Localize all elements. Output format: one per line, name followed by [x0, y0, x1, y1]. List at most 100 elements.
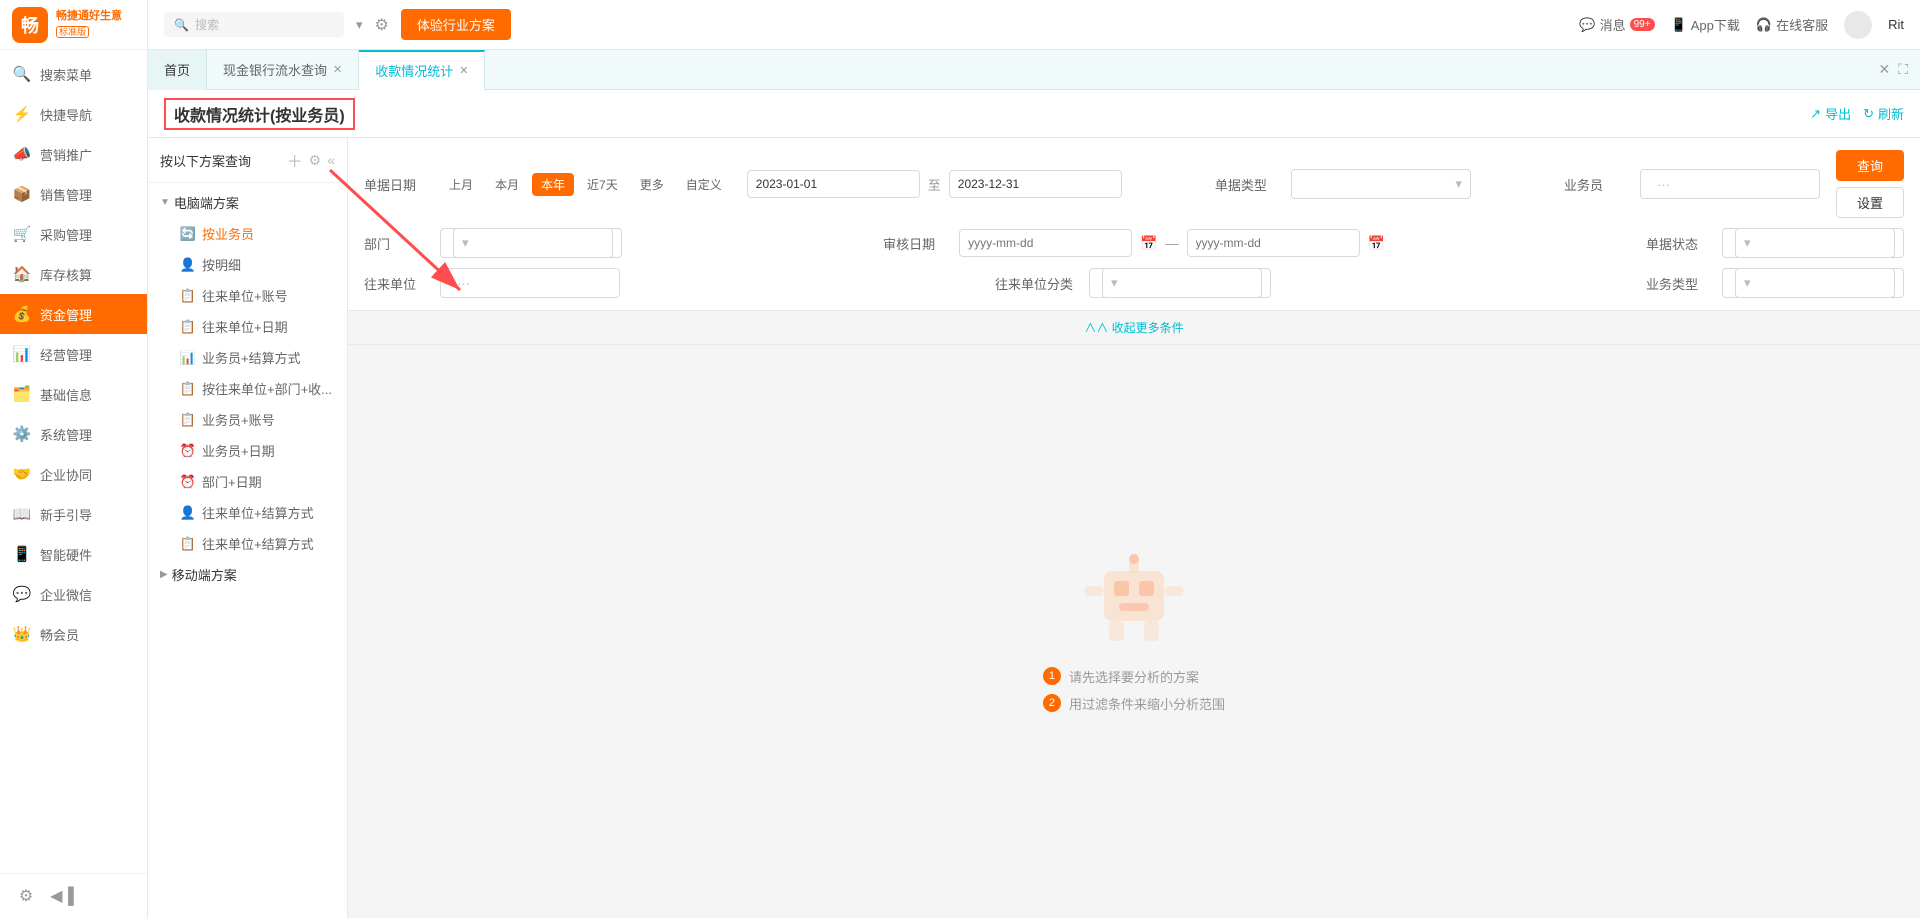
sidebar-item-sales[interactable]: 📦 销售管理 [0, 174, 147, 214]
date-tab-7days[interactable]: 近7天 [578, 173, 627, 196]
date-start-input[interactable] [747, 170, 920, 198]
tree-item-unit-date[interactable]: 📋 往来单位+日期 [148, 311, 347, 342]
filter-area: 单据日期 上月 本月 本年 近7天 更多 自定义 至 [348, 138, 1920, 311]
left-panel: 按以下方案查询 ＋ ⚙ « ▼ 电脑端方案 🔄 按业务员 👤 [148, 138, 348, 918]
doc-type-label: 单据类型 [1215, 175, 1275, 194]
trial-btn[interactable]: 体验行业方案 [401, 9, 511, 40]
date-end-input[interactable] [949, 170, 1122, 198]
sidebar-item-basic[interactable]: 🗂️ 基础信息 [0, 374, 147, 414]
sidebar-item-finance[interactable]: 💰 资金管理 [0, 294, 147, 334]
tree-item-sales-date[interactable]: ⏰ 业务员+日期 [148, 435, 347, 466]
tree-item-unit-account[interactable]: 📋 往来单位+账号 [148, 280, 347, 311]
date-tab-this-year[interactable]: 本年 [532, 173, 574, 196]
sidebar-item-wechat[interactable]: 💬 企业微信 [0, 574, 147, 614]
headset-icon: 🎧 [1756, 17, 1772, 33]
sidebar-item-quicknav[interactable]: ⚡ 快捷导航 [0, 94, 147, 134]
collapse-bar[interactable]: ∧∧ 收起更多条件 [348, 311, 1920, 345]
sidebar-item-purchase[interactable]: 🛒 采购管理 [0, 214, 147, 254]
cal-icon-end: 📅 [1368, 235, 1385, 252]
collapse-panel-btn[interactable]: « [327, 152, 335, 168]
date-tab-custom[interactable]: 自定义 [677, 173, 731, 196]
tab-home[interactable]: 首页 [148, 50, 207, 90]
sidebar-item-guide[interactable]: 📖 新手引导 [0, 494, 147, 534]
messages-btn[interactable]: 💬 消息 99+ [1579, 15, 1654, 34]
search-icon: 🔍 [174, 18, 189, 32]
guide-icon: 📖 [12, 504, 32, 524]
review-date-end-input[interactable] [1187, 229, 1360, 257]
date-tab-last-month[interactable]: 上月 [440, 173, 482, 196]
review-date-start-input[interactable] [959, 229, 1132, 257]
empty-area: 1 请先选择要分析的方案 2 用过滤条件来缩小分析范围 [348, 345, 1920, 918]
close-bank-tab-btn[interactable]: ✕ [333, 63, 342, 76]
tree-item-unit-payment1[interactable]: 👤 往来单位+结算方式 [148, 497, 347, 528]
sidebar-item-search[interactable]: 🔍 搜索菜单 [0, 54, 147, 94]
logo-text: 畅捷通好生意 标准版 [56, 9, 122, 40]
dept-select[interactable]: ▾ [440, 228, 622, 258]
robot-illustration [1074, 551, 1194, 651]
tree-item-sales-payment[interactable]: 📊 业务员+结算方式 [148, 342, 347, 373]
counter-party-class-select[interactable]: ▾ [1089, 268, 1271, 298]
topbar-gear-icon[interactable]: ⚙ [375, 15, 389, 35]
tab-collection[interactable]: 收款情况统计 ✕ [359, 50, 485, 90]
app-download-btn[interactable]: 📱 App下载 [1671, 15, 1740, 34]
maximize-window-btn[interactable]: ⛶ [1898, 61, 1908, 78]
sidebar-item-marketing[interactable]: 📣 营销推广 [0, 134, 147, 174]
sidebar-item-hardware[interactable]: 📱 智能硬件 [0, 534, 147, 574]
tree-group-pc[interactable]: ▼ 电脑端方案 [148, 187, 347, 218]
settings-footer-icon[interactable]: ⚙ [12, 882, 40, 910]
query-btn[interactable]: 查询 [1836, 150, 1904, 181]
tree-item-dept-date[interactable]: ⏰ 部门+日期 [148, 466, 347, 497]
counter-party-class-label: 往来单位分类 [995, 274, 1073, 293]
export-btn[interactable]: ↗ 导出 [1810, 104, 1851, 123]
date-tab-this-month[interactable]: 本月 [486, 173, 528, 196]
unit-account-icon: 📋 [180, 288, 196, 304]
right-panel: 单据日期 上月 本月 本年 近7天 更多 自定义 至 [348, 138, 1920, 918]
tree-item-sales-account[interactable]: 📋 业务员+账号 [148, 404, 347, 435]
sidebar-footer: ⚙ ◀▐ [0, 873, 147, 918]
doc-status-label: 单据状态 [1646, 234, 1706, 253]
tree-item-unit-payment2[interactable]: 📋 往来单位+结算方式 [148, 528, 347, 559]
quicknav-icon: ⚡ [12, 104, 32, 124]
close-collection-tab-btn[interactable]: ✕ [459, 64, 468, 77]
unit-dept-icon: 📋 [180, 381, 196, 397]
biz-type-select[interactable]: ▾ [1722, 268, 1904, 298]
filter-row-2: 部门 ▾ 审核日期 📅 — 📅 单据状态 [364, 228, 1904, 258]
member-icon: 👑 [12, 624, 32, 644]
dept-date-icon: ⏰ [180, 474, 196, 490]
tree-group-mobile[interactable]: ▶ 移动端方案 [148, 559, 347, 590]
tree-item-unit-dept[interactable]: 📋 按往来单位+部门+收... [148, 373, 347, 404]
refresh-btn[interactable]: ↻ 刷新 [1863, 104, 1904, 123]
collapse-sidebar-icon[interactable]: ◀▐ [48, 882, 76, 910]
doc-type-select[interactable]: ▾ [1291, 169, 1471, 199]
counter-party-class-caret: ▾ [1102, 268, 1262, 298]
settings-btn[interactable]: 设置 [1836, 187, 1904, 218]
user-avatar[interactable] [1844, 11, 1872, 39]
counter-party-select[interactable]: ··· [440, 268, 620, 298]
counter-party-ellipsis[interactable]: ··· [453, 276, 474, 291]
sidebar-item-system[interactable]: ⚙️ 系统管理 [0, 414, 147, 454]
salesperson-ellipsis-btn[interactable]: ··· [1653, 177, 1674, 192]
page-header-actions: ↗ 导出 ↻ 刷新 [1810, 104, 1904, 123]
tab-bank[interactable]: 现金银行流水查询 ✕ [207, 50, 359, 90]
message-icon: 💬 [1579, 17, 1595, 33]
date-tab-more[interactable]: 更多 [631, 173, 673, 196]
cal-icon-start: 📅 [1140, 235, 1157, 252]
sidebar-item-operation[interactable]: 📊 经营管理 [0, 334, 147, 374]
refresh-icon: ↻ [1863, 106, 1874, 122]
doc-status-select[interactable]: ▾ [1722, 228, 1904, 258]
topbar-search[interactable]: 🔍 搜索 [164, 12, 344, 37]
sidebar-item-enterprise[interactable]: 🤝 企业协同 [0, 454, 147, 494]
salesperson-select[interactable]: ··· [1640, 169, 1820, 199]
tree-item-detail[interactable]: 👤 按明细 [148, 249, 347, 280]
sidebar-nav: 🔍 搜索菜单 ⚡ 快捷导航 📣 营销推广 📦 销售管理 🛒 采购管理 🏠 库存核… [0, 50, 147, 873]
sales-icon: 📦 [12, 184, 32, 204]
online-service-btn[interactable]: 🎧 在线客服 [1756, 15, 1828, 34]
tree-item-salesperson[interactable]: 🔄 按业务员 [148, 218, 347, 249]
settings-scheme-btn[interactable]: ⚙ [309, 152, 322, 169]
sidebar-item-inventory[interactable]: 🏠 库存核算 [0, 254, 147, 294]
sidebar-item-member[interactable]: 👑 畅会员 [0, 614, 147, 654]
main-area: 🔍 搜索 ▾ ⚙ 体验行业方案 💬 消息 99+ 📱 App下载 🎧 在线客服 … [148, 0, 1920, 918]
add-scheme-btn[interactable]: ＋ [287, 148, 303, 172]
close-window-btn[interactable]: ✕ [1878, 61, 1890, 78]
topbar-dropdown-arrow[interactable]: ▾ [356, 17, 363, 33]
